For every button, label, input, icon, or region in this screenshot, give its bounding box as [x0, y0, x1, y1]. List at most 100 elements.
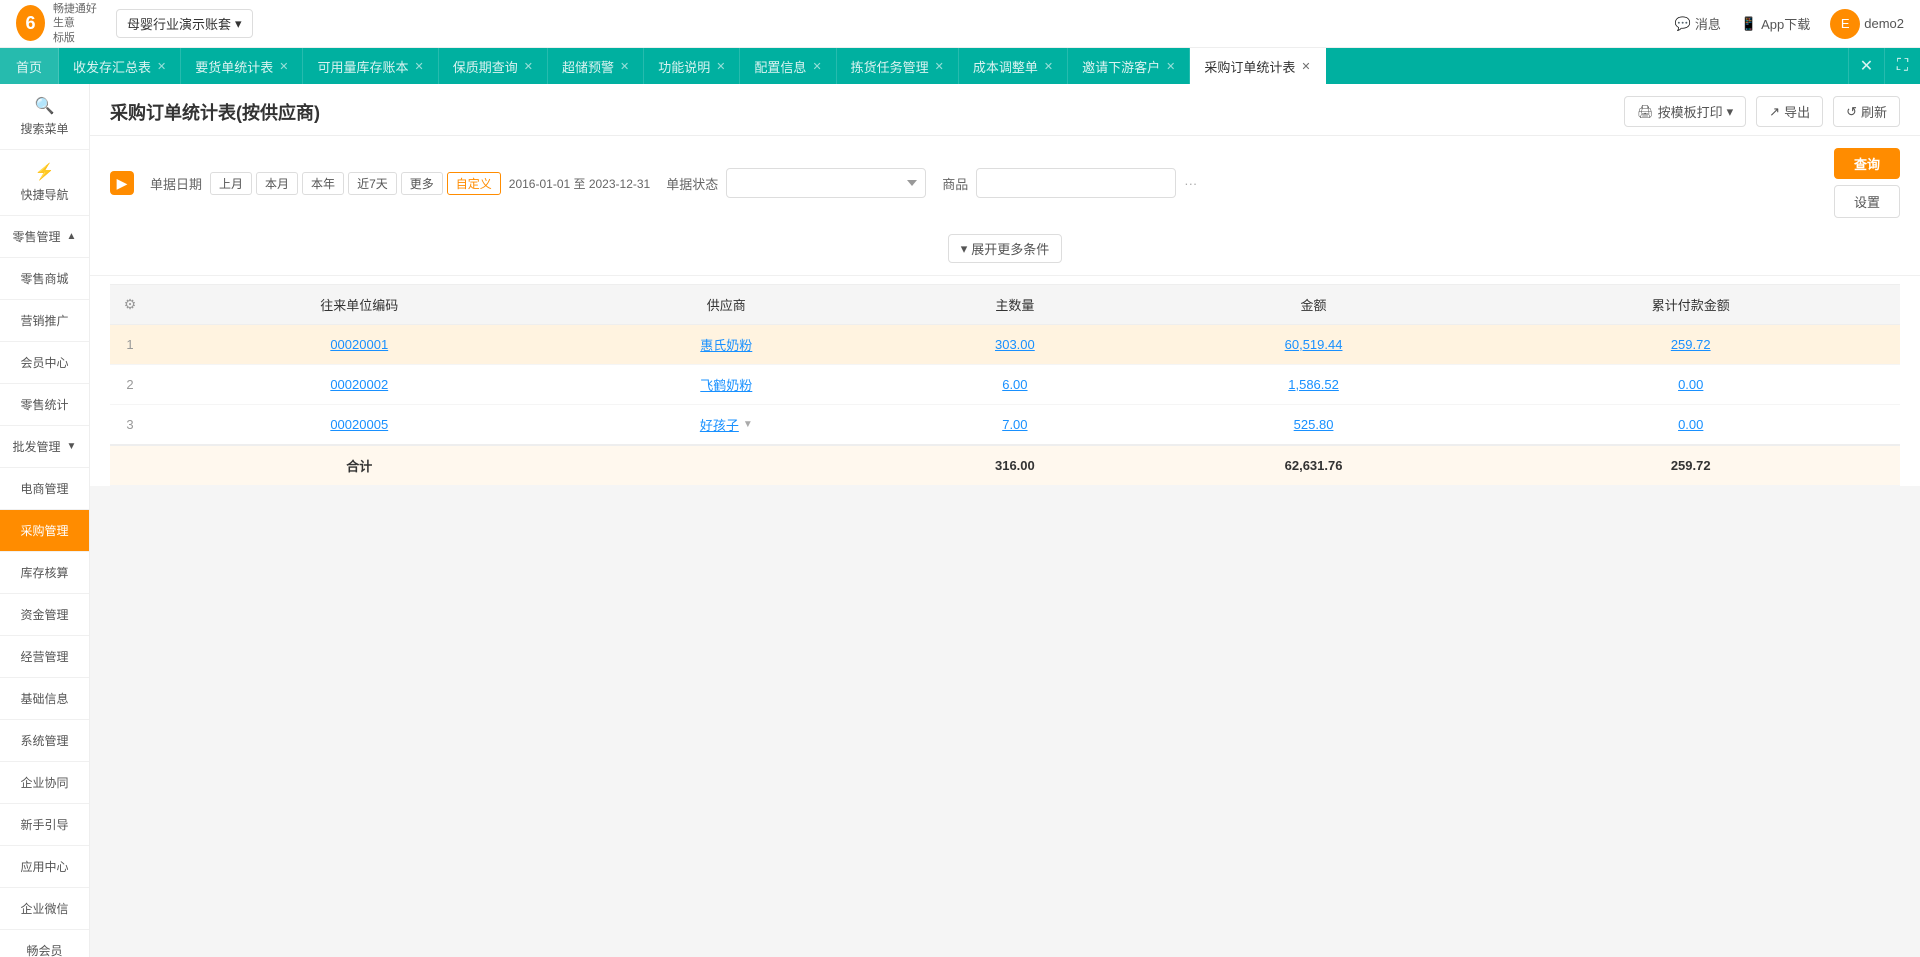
col-code: 往来单位编码 — [150, 285, 569, 325]
tab-close-icon[interactable]: ✕ — [1044, 60, 1053, 73]
tab-close-icon[interactable]: ✕ — [524, 60, 533, 73]
status-select[interactable] — [726, 168, 926, 198]
row-supplier: 好孩子 ▼ — [569, 405, 885, 446]
sidebar-item-enterprise-collab[interactable]: 企业协同 — [0, 762, 89, 804]
table-row: 2 00020002 飞鹤奶粉 6.00 1,586.52 0.00 — [110, 365, 1900, 405]
sidebar-item-marketing[interactable]: 营销推广 — [0, 300, 89, 342]
tab-expiry-query[interactable]: 保质期查询 ✕ — [439, 48, 548, 84]
tab-function-desc[interactable]: 功能说明 ✕ — [644, 48, 740, 84]
tab-close-icon[interactable]: ✕ — [935, 60, 944, 73]
expand-filter-button[interactable]: ▾ 展开更多条件 — [948, 234, 1063, 263]
app-download-action[interactable]: 📱 App下载 — [1741, 14, 1810, 33]
sidebar-item-enterprise-wechat[interactable]: 企业微信 — [0, 888, 89, 930]
tab-purchase-stats[interactable]: 采购订单统计表 ✕ — [1190, 48, 1325, 84]
workspace-selector[interactable]: 母婴行业演示账套 ▾ — [116, 9, 253, 38]
tab-collect-pay[interactable]: 收发存汇总表 ✕ — [59, 48, 181, 84]
message-action[interactable]: 💬 消息 — [1675, 14, 1721, 33]
row-amount: 525.80 — [1146, 405, 1482, 446]
row-code: 00020001 — [150, 325, 569, 365]
search-action-col: 查询 设置 — [1834, 148, 1900, 218]
tab-goods-stats[interactable]: 要货单统计表 ✕ — [181, 48, 303, 84]
tab-close-icon[interactable]: ✕ — [1166, 60, 1175, 73]
logo-text: 畅捷通好生意 标版 — [53, 2, 106, 45]
sidebar-item-member[interactable]: 畅会员 — [0, 930, 89, 957]
top-bar-right: 💬 消息 📱 App下载 E demo2 — [1675, 9, 1904, 39]
sidebar-item-biz-mgmt[interactable]: 经营管理 — [0, 636, 89, 678]
workspace-name: 母婴行业演示账套 — [127, 14, 231, 33]
printer-icon: 🖨 — [1637, 104, 1654, 120]
tab-close-icon[interactable]: ✕ — [415, 60, 424, 73]
user-profile[interactable]: E demo2 — [1830, 9, 1904, 39]
tab-close-icon[interactable]: ✕ — [157, 60, 166, 73]
sidebar-item-sys-mgmt[interactable]: 系统管理 — [0, 720, 89, 762]
sidebar-item-retail-mall[interactable]: 零售商城 — [0, 258, 89, 300]
logo-area: 6 畅捷通好生意 标版 — [16, 2, 106, 45]
date-custom-button[interactable]: 自定义 — [447, 172, 501, 195]
tab-close-icon[interactable]: ✕ — [279, 60, 288, 73]
sidebar-item-ecom-mgmt[interactable]: 电商管理 — [0, 468, 89, 510]
goods-input[interactable] — [976, 168, 1176, 198]
tab-close-icon[interactable]: ✕ — [620, 60, 629, 73]
sidebar-item-basic-info[interactable]: 基础信息 — [0, 678, 89, 720]
refresh-button[interactable]: ↺ 刷新 — [1833, 96, 1900, 127]
sidebar-item-retail-mgmt[interactable]: 零售管理 ▲ — [0, 216, 89, 258]
export-button[interactable]: ↗ 导出 — [1756, 96, 1823, 127]
setting-button[interactable]: 设置 — [1834, 185, 1900, 218]
tab-home[interactable]: 首页 — [0, 48, 59, 84]
message-label: 消息 — [1695, 14, 1721, 33]
sidebar-item-quick-nav[interactable]: ⚡ 快捷导航 — [0, 150, 89, 216]
row-supplier: 惠氏奶粉 — [569, 325, 885, 365]
chevron-down-icon: ▾ — [1727, 104, 1734, 120]
settings-icon[interactable]: ⚙ — [124, 296, 137, 312]
footer-empty2 — [569, 445, 885, 486]
tab-overstock-warning[interactable]: 超储预警 ✕ — [548, 48, 644, 84]
search-button[interactable]: 查询 — [1834, 148, 1900, 179]
sidebar-item-new-guide[interactable]: 新手引导 — [0, 804, 89, 846]
date-label: 单据日期 — [150, 174, 202, 193]
sidebar-item-finance-mgmt[interactable]: 资金管理 — [0, 594, 89, 636]
page-title: 采购订单统计表(按供应商) — [110, 99, 320, 125]
print-button[interactable]: 🖨 按模板打印 ▾ — [1624, 96, 1746, 127]
filter-toggle-button[interactable]: ▶ — [110, 171, 134, 195]
date-this-year-button[interactable]: 本年 — [302, 172, 344, 195]
logo-icon: 6 — [16, 5, 45, 41]
tab-close-icon[interactable]: ✕ — [716, 60, 725, 73]
avatar: E — [1830, 9, 1860, 39]
sidebar-item-retail-stats[interactable]: 零售统计 — [0, 384, 89, 426]
date-last-month-button[interactable]: 上月 — [210, 172, 252, 195]
chevron-down-icon: ▾ — [961, 241, 968, 257]
tab-invite-downstream[interactable]: 邀请下游客户 ✕ — [1068, 48, 1190, 84]
sidebar-item-purchase-mgmt[interactable]: 采购管理 — [0, 510, 89, 552]
col-amount: 金额 — [1146, 285, 1482, 325]
search-icon: 🔍 — [35, 96, 55, 116]
filter-goods-group: 商品 ··· — [942, 168, 1197, 198]
date-this-month-button[interactable]: 本月 — [256, 172, 298, 195]
app-download-label: App下载 — [1761, 14, 1810, 33]
tab-config-info[interactable]: 配置信息 ✕ — [740, 48, 836, 84]
sidebar-item-app-center[interactable]: 应用中心 — [0, 846, 89, 888]
sidebar-item-member-center[interactable]: 会员中心 — [0, 342, 89, 384]
date-more-button[interactable]: 更多 — [401, 172, 443, 195]
sidebar-item-inventory-check[interactable]: 库存核算 — [0, 552, 89, 594]
tab-close-icon[interactable]: ✕ — [812, 60, 821, 73]
tab-close-icon[interactable]: ✕ — [1301, 60, 1310, 73]
footer-label: 合计 — [150, 445, 569, 486]
content-area: 采购订单统计表(按供应商) 🖨 按模板打印 ▾ ↗ 导出 ↺ 刷新 — [90, 84, 1920, 957]
tab-available-stock[interactable]: 可用量库存账本 ✕ — [303, 48, 438, 84]
date-range-text: 2016-01-01 至 2023-12-31 — [509, 175, 650, 192]
maximize-button[interactable]: ⛶ — [1884, 48, 1920, 84]
sidebar-item-wholesale-mgmt[interactable]: 批发管理 ▼ — [0, 426, 89, 468]
row-paid: 259.72 — [1481, 325, 1900, 365]
close-all-tabs-button[interactable]: ✕ — [1848, 48, 1884, 84]
main-layout: 🔍 搜索菜单 ⚡ 快捷导航 零售管理 ▲ 零售商城 营销推广 会员中心 零售统计… — [0, 84, 1920, 957]
lightning-icon: ⚡ — [35, 162, 55, 182]
sidebar-item-search[interactable]: 🔍 搜索菜单 — [0, 84, 89, 150]
footer-total-paid: 259.72 — [1481, 445, 1900, 486]
tab-pick-task[interactable]: 拣货任务管理 ✕ — [837, 48, 959, 84]
row-num: 2 — [110, 365, 150, 405]
date-7days-button[interactable]: 近7天 — [348, 172, 397, 195]
tab-cost-adjust[interactable]: 成本调整单 ✕ — [959, 48, 1068, 84]
top-bar: 6 畅捷通好生意 标版 母婴行业演示账套 ▾ 💬 消息 📱 App下载 E de… — [0, 0, 1920, 48]
export-icon: ↗ — [1769, 104, 1780, 120]
tab-bar-end: ✕ ⛶ — [1848, 48, 1920, 84]
